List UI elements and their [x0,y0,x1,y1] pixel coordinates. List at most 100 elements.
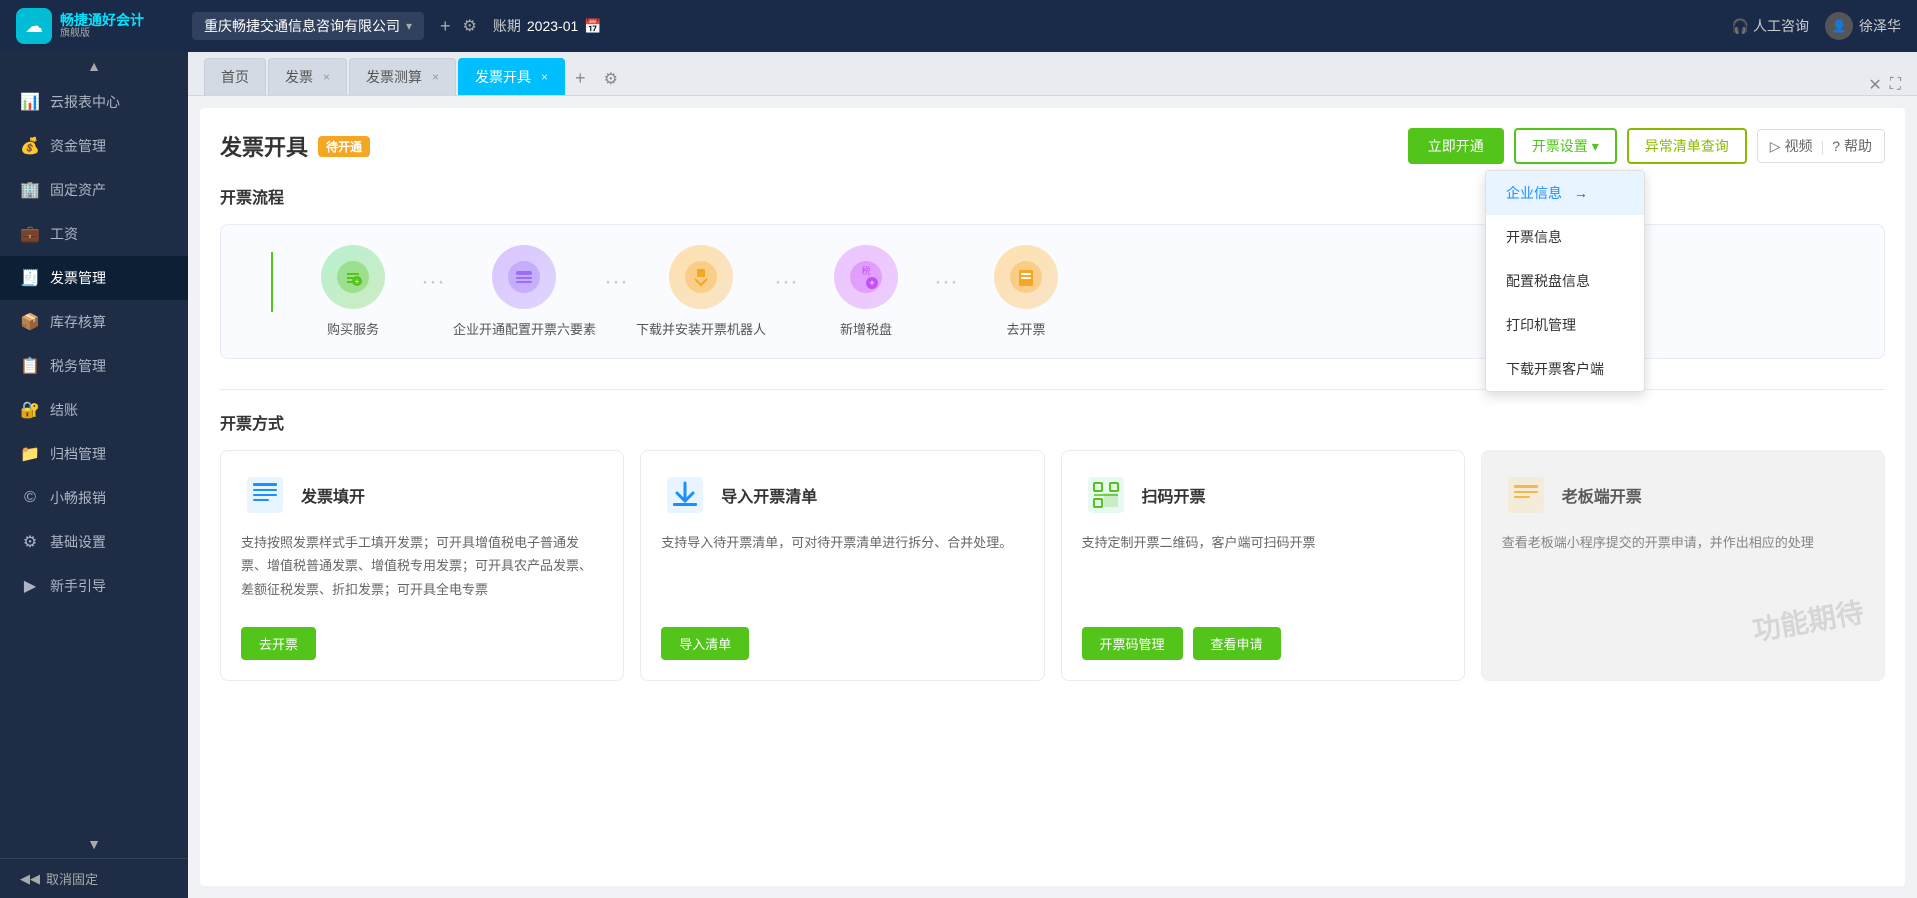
tab-invoice-calc-close[interactable]: × [432,70,439,84]
method-boss-icon [1502,471,1550,519]
sidebar-item-settlement[interactable]: 🔐 结账 [0,388,188,432]
method-card-boss: 老板端开票 查看老板端小程序提交的开票申请，并作出相应的处理 功能期待 [1481,450,1885,681]
sidebar-label: 税务管理 [50,356,106,376]
sidebar-item-inventory[interactable]: 📦 库存核算 [0,300,188,344]
sidebar-label: 云报表中心 [50,92,120,112]
query-button[interactable]: 异常清单查询 [1627,128,1747,164]
sidebar-item-archive[interactable]: 📁 归档管理 [0,432,188,476]
tab-invoice-open[interactable]: 发票开具 × [458,58,565,95]
payroll-icon: 💼 [20,224,40,244]
flow-arrow-4: ··· [934,268,958,296]
sidebar-scroll-up[interactable]: ▲ [0,52,188,80]
flow-step-download: 下载并安装开票机器人 [636,245,766,338]
tab-invoice-close[interactable]: × [323,70,330,84]
tab-home[interactable]: 首页 [204,58,266,95]
dropdown-item-invoice-info[interactable]: 开票信息 [1486,215,1644,259]
flow-company-label: 企业开通配置开票六要素 [453,319,596,338]
period-info: 账期 2023-01 📅 [493,16,602,36]
sidebar-item-basic-settings[interactable]: ⚙ 基础设置 [0,520,188,564]
period-value: 2023-01 [527,18,578,34]
sidebar-label: 小畅报销 [50,488,106,508]
dropdown-item-company-info[interactable]: 企业信息 → [1486,171,1644,215]
video-help-button[interactable]: ▷ 视频 | ? 帮助 [1757,129,1885,163]
tab-invoice-calc-label: 发票测算 [366,67,422,87]
consult-button[interactable]: 🎧 人工咨询 [1732,16,1809,36]
tab-invoice-open-label: 发票开具 [475,67,531,87]
video-label: 视频 [1785,136,1813,156]
sidebar-item-new-guide[interactable]: ▶ 新手引导 [0,564,188,608]
page-header: 发票开具 待开通 立即开通 开票设置 ▾ 异常清单查询 ▷ 视频 [220,128,1885,164]
flow-buy-icon: + [321,245,385,309]
sidebar-label: 归档管理 [50,444,106,464]
logo-icon: ☁ [16,8,52,44]
top-bar: ☁ 畅捷通好会计 旗舰版 重庆畅捷交通信息咨询有限公司 ▾ + ⚙ 账期 202… [0,0,1917,52]
close-window-icon[interactable]: ✕ [1868,75,1881,95]
calendar-icon[interactable]: 📅 [584,18,601,35]
tab-add-button[interactable]: + [567,62,594,95]
consult-label: 人工咨询 [1753,16,1809,36]
expand-window-icon[interactable]: ⛶ [1890,76,1901,94]
sidebar-item-expense[interactable]: © 小畅报销 [0,476,188,520]
add-company-icon[interactable]: + [440,16,451,37]
go-invoice-button[interactable]: 去开票 [241,627,316,660]
method-manual-title: 发票填开 [301,483,365,507]
method-scan-title: 扫码开票 [1142,483,1206,507]
logo-text: 畅捷通好会计 旗舰版 [60,12,144,41]
sidebar: ▲ 📊 云报表中心 💰 资金管理 🏢 固定资产 💼 工资 🧾 发票管理 [0,52,188,898]
dropdown-item-printer[interactable]: 打印机管理 [1486,303,1644,347]
method-manual-desc: 支持按照发票样式手工填开发票；可开具增值税电子普通发票、增值税普通发票、增值税专… [241,531,603,611]
download-client-label: 下载开票客户端 [1506,361,1604,377]
sidebar-label: 固定资产 [50,180,106,200]
method-import-footer: 导入清单 [661,627,1023,660]
sidebar-item-fixed-assets[interactable]: 🏢 固定资产 [0,168,188,212]
settings-icon[interactable]: ⚙ [463,16,477,36]
dropdown-item-download-client[interactable]: 下载开票客户端 [1486,347,1644,391]
method-boss-title: 老板端开票 [1562,483,1642,507]
settings-button[interactable]: 开票设置 ▾ [1514,128,1617,164]
sidebar-item-cloud-report[interactable]: 📊 云报表中心 [0,80,188,124]
methods-section-title: 开票方式 [220,410,1885,434]
flow-arrow-1: ··· [421,268,445,296]
sidebar-label: 新手引导 [50,576,106,596]
method-import-title: 导入开票清单 [721,483,817,507]
printer-label: 打印机管理 [1506,317,1576,333]
headset-icon: 🎧 [1732,18,1749,35]
method-card-manual: 发票填开 支持按照发票样式手工填开发票；可开具增值税电子普通发票、增值税普通发票… [220,450,624,681]
method-import-icon [661,471,709,519]
flow-step-company: 企业开通配置开票六要素 [453,245,596,338]
dropdown-item-tax-config[interactable]: 配置税盘信息 [1486,259,1644,303]
sidebar-scroll-down[interactable]: ▼ [0,830,188,858]
basic-settings-icon: ⚙ [20,532,40,552]
flow-download-icon [669,245,733,309]
sidebar-item-tax-mgmt[interactable]: 📋 税务管理 [0,344,188,388]
flow-tax-icon: 税+ [834,245,898,309]
tab-invoice-calc[interactable]: 发票测算 × [349,58,456,95]
flow-tax-label: 新增税盘 [840,319,892,338]
tab-invoice-open-close[interactable]: × [541,70,548,84]
sidebar-cancel-btn[interactable]: ◀◀ 取消固定 [0,858,188,898]
activate-button[interactable]: 立即开通 [1408,128,1504,164]
import-list-button[interactable]: 导入清单 [661,627,749,660]
settlement-icon: 🔐 [20,400,40,420]
sidebar-item-fund-mgmt[interactable]: 💰 资金管理 [0,124,188,168]
qr-manage-button[interactable]: 开票码管理 [1082,627,1183,660]
arrow-indicator: → [1574,185,1588,201]
logo-title: 畅捷通好会计 [60,12,144,29]
logo-area: ☁ 畅捷通好会计 旗舰版 [16,8,176,44]
company-selector[interactable]: 重庆畅捷交通信息咨询有限公司 ▾ [192,12,424,40]
tab-invoice[interactable]: 发票 × [268,58,347,95]
user-name: 徐泽华 [1859,16,1901,36]
sidebar-item-payroll[interactable]: 💼 工资 [0,212,188,256]
method-scan-icon [1082,471,1130,519]
method-card-import: 导入开票清单 支持导入待开票清单，可对待开票清单进行拆分、合并处理。 导入清单 [640,450,1044,681]
tab-settings-icon[interactable]: ⚙ [596,63,626,95]
method-manual-header: 发票填开 [241,471,603,519]
cancel-fixed-label: 取消固定 [46,869,98,888]
user-info[interactable]: 👤 徐泽华 [1825,12,1901,40]
cloud-report-icon: 📊 [20,92,40,112]
company-info-label: 企业信息 [1506,185,1562,201]
page-content: 发票开具 待开通 立即开通 开票设置 ▾ 异常清单查询 ▷ 视频 [200,108,1905,886]
sidebar-item-invoice-mgmt[interactable]: 🧾 发票管理 [0,256,188,300]
fixed-assets-icon: 🏢 [20,180,40,200]
view-apply-button[interactable]: 查看申请 [1193,627,1281,660]
